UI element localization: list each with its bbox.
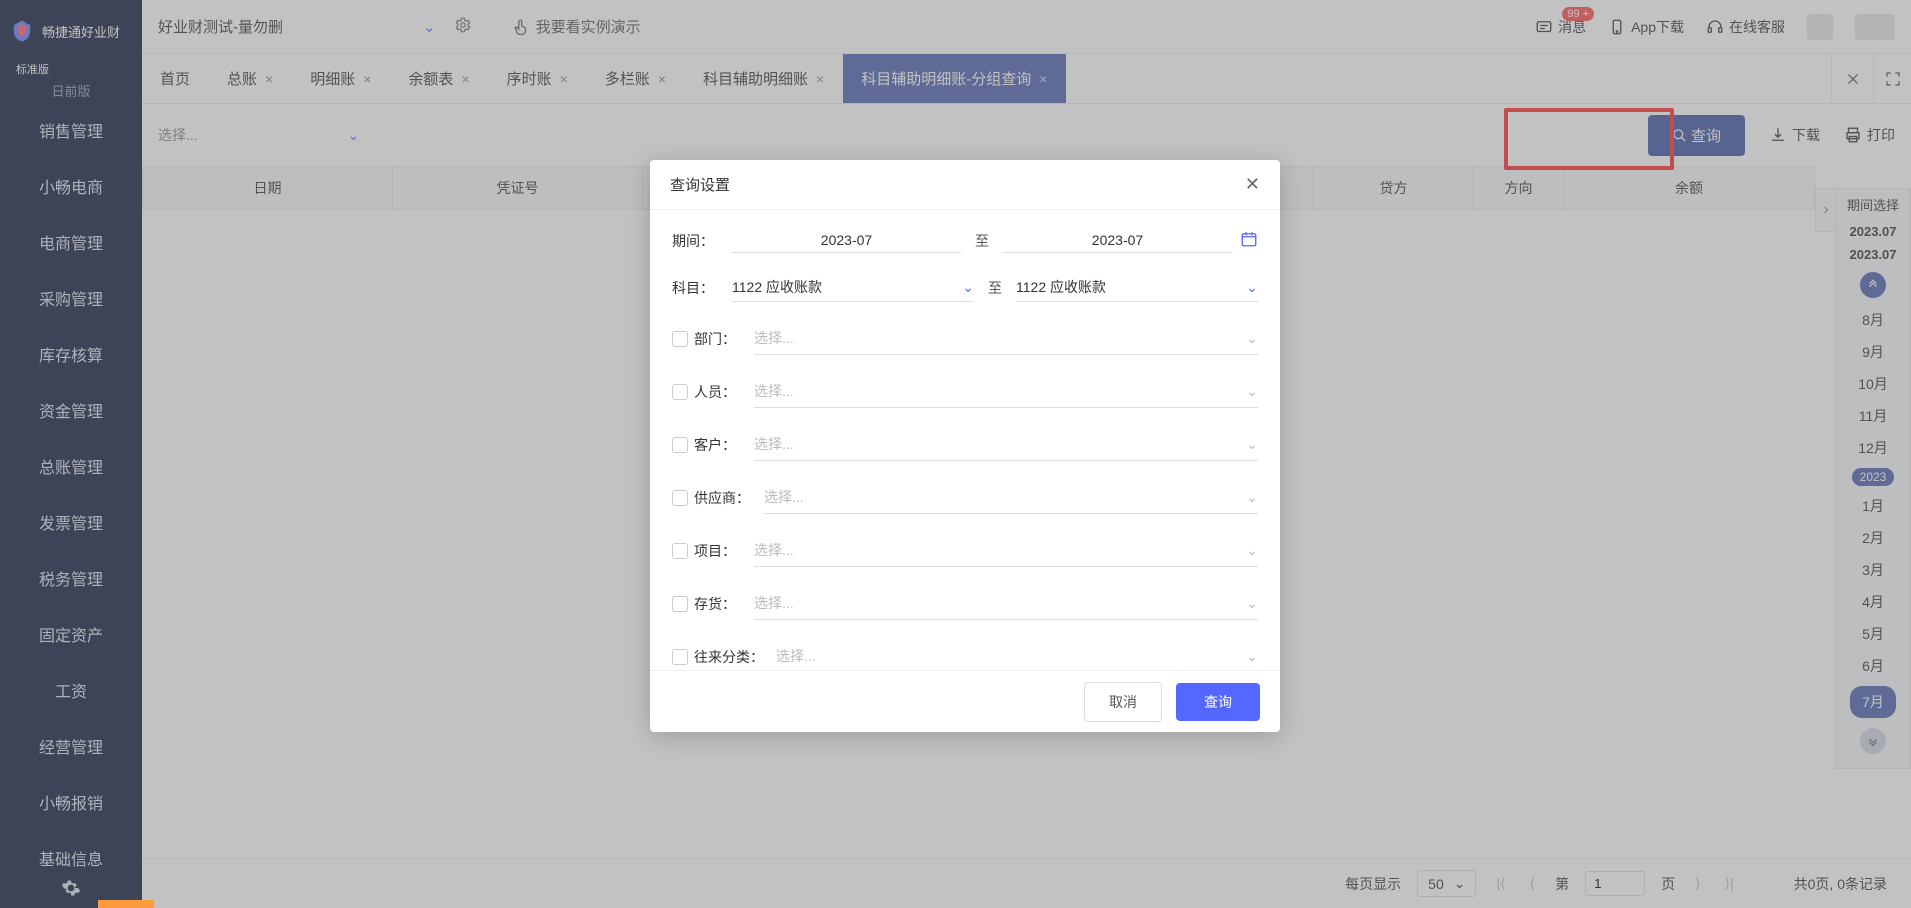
query-settings-modal: 查询设置 ✕ 期间： 2023-07 至 2023-07 科目： 1122 应收…: [650, 160, 1280, 732]
checkbox-icon: [672, 596, 688, 612]
filter-contact-category-select[interactable]: 选择...⌄: [776, 640, 1258, 670]
subject-to-input[interactable]: 1122 应收账款 ⌄: [1016, 273, 1258, 302]
chevron-down-icon: ⌄: [962, 279, 974, 296]
chevron-down-icon: ⌄: [1246, 330, 1258, 347]
period-to-input[interactable]: 2023-07: [1003, 228, 1232, 253]
subject-row: 科目： 1122 应收账款 ⌄ 至 1122 应收账款 ⌄: [672, 273, 1258, 302]
chevron-down-icon: ⌄: [1246, 489, 1258, 506]
to-label: 至: [961, 231, 1003, 251]
checkbox-icon: [672, 331, 688, 347]
checkbox-icon: [672, 437, 688, 453]
chevron-down-icon: ⌄: [1246, 542, 1258, 559]
filter-project-checkbox[interactable]: 项目：: [672, 541, 754, 561]
filter-dept-checkbox[interactable]: 部门：: [672, 329, 754, 349]
filter-customer-checkbox[interactable]: 客户：: [672, 435, 754, 455]
period-label: 期间：: [672, 231, 732, 251]
checkbox-icon: [672, 490, 688, 506]
checkbox-icon: [672, 543, 688, 559]
filter-dept-select[interactable]: 选择...⌄: [754, 322, 1258, 355]
period-from-input[interactable]: 2023-07: [732, 228, 961, 253]
cancel-button[interactable]: 取消: [1084, 682, 1162, 722]
filter-customer-select[interactable]: 选择...⌄: [754, 428, 1258, 461]
filter-row-person: 人员： 选择...⌄: [672, 375, 1258, 408]
filter-row-customer: 客户： 选择...⌄: [672, 428, 1258, 461]
filter-row-dept: 部门： 选择...⌄: [672, 322, 1258, 355]
filter-supplier-checkbox[interactable]: 供应商：: [672, 488, 764, 508]
calendar-icon[interactable]: [1240, 230, 1258, 251]
checkbox-icon: [672, 384, 688, 400]
filter-inventory-checkbox[interactable]: 存货：: [672, 594, 754, 614]
filter-person-checkbox[interactable]: 人员：: [672, 382, 754, 402]
filter-row-project: 项目： 选择...⌄: [672, 534, 1258, 567]
chevron-down-icon: ⌄: [1246, 595, 1258, 612]
subject-label: 科目：: [672, 278, 732, 298]
modal-footer: 取消 查询: [650, 670, 1280, 732]
filter-project-select[interactable]: 选择...⌄: [754, 534, 1258, 567]
filter-contact-category-checkbox[interactable]: 往来分类：: [672, 647, 776, 667]
period-row: 期间： 2023-07 至 2023-07: [672, 228, 1258, 253]
chevron-down-icon: ⌄: [1246, 648, 1258, 665]
filter-row-contact-category: 往来分类： 选择...⌄: [672, 640, 1258, 670]
checkbox-icon: [672, 649, 688, 665]
filter-row-inventory: 存货： 选择...⌄: [672, 587, 1258, 620]
modal-header: 查询设置 ✕: [650, 160, 1280, 210]
filter-supplier-select[interactable]: 选择...⌄: [764, 481, 1258, 514]
chevron-down-icon: ⌄: [1246, 436, 1258, 453]
confirm-query-button[interactable]: 查询: [1176, 683, 1260, 721]
loading-progress-bar: [98, 900, 154, 908]
filter-row-supplier: 供应商： 选择...⌄: [672, 481, 1258, 514]
chevron-down-icon: ⌄: [1246, 383, 1258, 400]
filter-inventory-select[interactable]: 选择...⌄: [754, 587, 1258, 620]
to-label: 至: [974, 278, 1016, 298]
modal-title: 查询设置: [670, 174, 730, 195]
chevron-down-icon: ⌄: [1246, 279, 1258, 296]
modal-body: 期间： 2023-07 至 2023-07 科目： 1122 应收账款 ⌄ 至 …: [650, 210, 1280, 670]
subject-from-input[interactable]: 1122 应收账款 ⌄: [732, 273, 974, 302]
filter-person-select[interactable]: 选择...⌄: [754, 375, 1258, 408]
modal-close-button[interactable]: ✕: [1245, 174, 1260, 195]
